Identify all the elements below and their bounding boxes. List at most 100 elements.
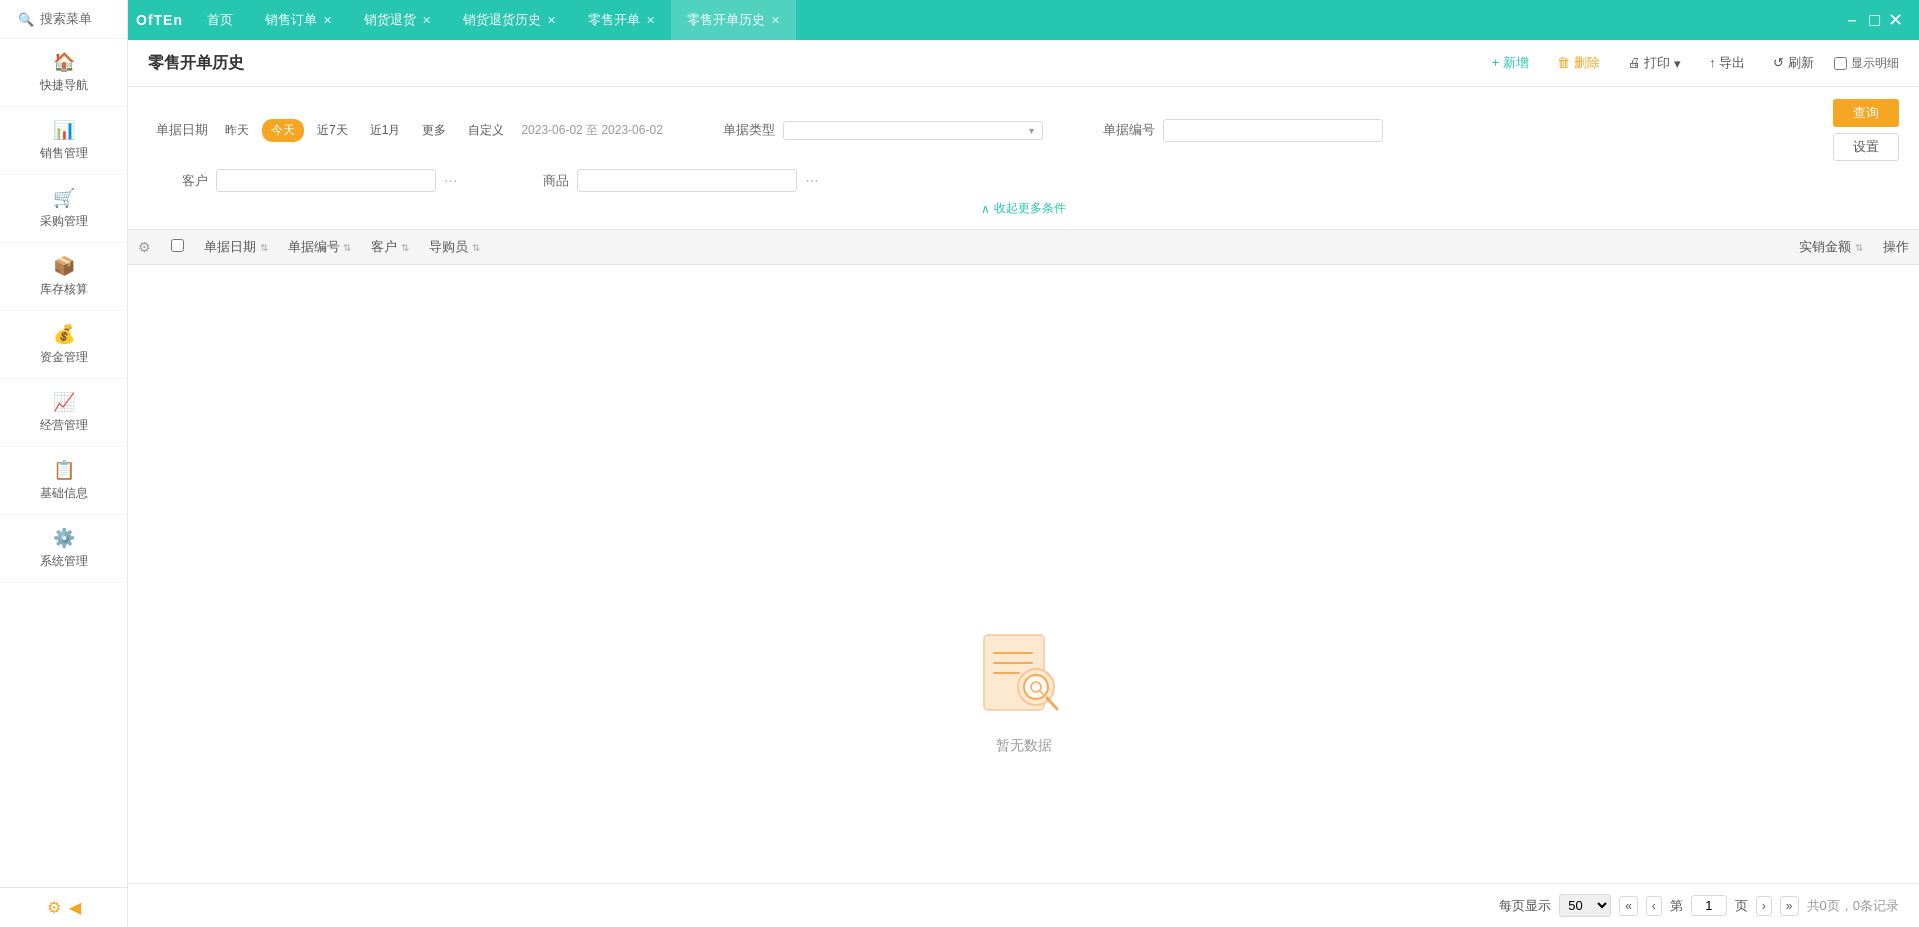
date-btn-more[interactable]: 更多 [413, 119, 455, 142]
sidebar-item-purchase-mgmt[interactable]: 🛒 采购管理 [0, 175, 127, 243]
empty-svg [964, 625, 1084, 725]
date-btn-custom[interactable]: 自定义 [459, 119, 513, 142]
query-button[interactable]: 查询 [1833, 99, 1899, 127]
tab-sales-return-history[interactable]: 销货退货历史 ✕ [447, 0, 572, 40]
sidebar-search[interactable]: 🔍 搜索菜单 [0, 0, 127, 39]
data-table: ⚙ 单据日期 ⇅ 单据编号 ⇅ [128, 230, 1919, 265]
goods-picker-btn[interactable]: ··· [805, 172, 818, 190]
sidebar-item-finance[interactable]: 💰 资金管理 [0, 311, 127, 379]
refresh-button[interactable]: ↺ 刷新 [1765, 50, 1822, 76]
th-amount[interactable]: 实销金额 ⇅ [1789, 230, 1873, 265]
svg-point-5 [1024, 675, 1048, 699]
tab-retail-open[interactable]: 零售开单 ✕ [572, 0, 671, 40]
tab-sales-return[interactable]: 销货退货 ✕ [348, 0, 447, 40]
page-input[interactable] [1691, 895, 1727, 916]
sidebar-collapse-btn[interactable]: ◀ [69, 898, 81, 917]
tab-retail-open-history[interactable]: 零售开单历史 ✕ [671, 0, 796, 40]
export-button[interactable]: ↑ 导出 [1701, 50, 1753, 76]
th-number-sort-icon: ⇅ [343, 242, 351, 253]
print-label: 🖨 打印 [1628, 54, 1671, 72]
show-detail-input[interactable] [1834, 57, 1847, 70]
sidebar-item-label: 基础信息 [40, 485, 88, 502]
filter-date-group: 单据日期 昨天 今天 近7天 近1月 更多 自定义 2023-06-02 至 2… [148, 119, 663, 142]
window-maximize[interactable]: □ [1869, 10, 1880, 31]
tab-retail-open-history-close[interactable]: ✕ [771, 14, 780, 27]
date-btn-1month[interactable]: 近1月 [361, 119, 410, 142]
th-customer[interactable]: 客户 ⇅ [361, 230, 419, 265]
show-detail-label: 显示明细 [1851, 55, 1899, 72]
tab-sales-return-close[interactable]: ✕ [422, 14, 431, 27]
tab-home[interactable]: 首页 [191, 0, 249, 40]
next-page-btn[interactable]: › [1756, 896, 1772, 916]
th-salesperson[interactable]: 导购员 ⇅ [419, 230, 490, 265]
first-page-btn[interactable]: « [1619, 896, 1638, 916]
tab-sales-order-close[interactable]: ✕ [323, 14, 332, 27]
goods-label: 商品 [509, 172, 569, 190]
number-input[interactable] [1163, 119, 1383, 142]
date-range-display: 2023-06-02 至 2023-06-02 [521, 122, 662, 139]
sales-mgmt-icon: 📊 [53, 119, 75, 141]
select-all-checkbox[interactable] [171, 239, 184, 252]
date-btn-yesterday[interactable]: 昨天 [216, 119, 258, 142]
type-select[interactable]: ▾ [783, 121, 1043, 140]
tab-retail-open-close[interactable]: ✕ [646, 14, 655, 27]
svg-line-6 [1047, 698, 1057, 709]
empty-text: 暂无数据 [996, 737, 1052, 755]
show-detail-checkbox[interactable]: 显示明细 [1834, 55, 1899, 72]
window-controls: － □ ✕ [1843, 0, 1919, 40]
add-button[interactable]: + 新增 [1484, 50, 1537, 76]
sidebar-settings-btn[interactable]: ⚙ [47, 898, 61, 917]
column-settings-icon[interactable]: ⚙ [138, 239, 151, 255]
table-area: ⚙ 单据日期 ⇅ 单据编号 ⇅ [128, 230, 1919, 883]
pagination: 每页显示 50 10 20 100 « ‹ 第 页 › » 共0页，0条记录 [128, 883, 1919, 927]
filter-collapse-btn[interactable]: ∧ 收起更多条件 [148, 200, 1899, 217]
th-amount-label: 实销金额 [1799, 239, 1851, 254]
goods-input[interactable] [577, 169, 797, 192]
settings-button[interactable]: 设置 [1833, 133, 1899, 161]
th-action-label: 操作 [1883, 239, 1909, 254]
per-page-select[interactable]: 50 10 20 100 [1559, 894, 1611, 917]
sidebar-item-operations[interactable]: 📈 经营管理 [0, 379, 127, 447]
th-gear: ⚙ [128, 230, 161, 265]
sidebar-item-inventory[interactable]: 📦 库存核算 [0, 243, 127, 311]
customer-input[interactable] [216, 169, 436, 192]
sidebar-item-sales-mgmt[interactable]: 📊 销售管理 [0, 107, 127, 175]
date-btn-7days[interactable]: 近7天 [308, 119, 357, 142]
export-label: ↑ 导出 [1709, 54, 1745, 72]
print-button[interactable]: 🖨 打印 ▾ [1620, 50, 1690, 76]
window-minimize[interactable]: － [1843, 8, 1861, 32]
tab-sales-return-history-close[interactable]: ✕ [547, 14, 556, 27]
th-action: 操作 [1873, 230, 1919, 265]
type-label: 单据类型 [715, 121, 775, 139]
th-date[interactable]: 单据日期 ⇅ [194, 230, 278, 265]
sidebar-item-label: 销售管理 [40, 145, 88, 162]
customer-picker-btn[interactable]: ··· [444, 172, 457, 190]
finance-icon: 💰 [53, 323, 75, 345]
filter-number-group: 单据编号 [1095, 119, 1383, 142]
window-close[interactable]: ✕ [1888, 9, 1903, 31]
last-page-btn[interactable]: » [1780, 896, 1799, 916]
delete-button[interactable]: 🗑 删除 [1549, 50, 1608, 76]
empty-illustration [964, 625, 1084, 725]
filter-row-1: 单据日期 昨天 今天 近7天 近1月 更多 自定义 2023-06-02 至 2… [148, 99, 1899, 161]
refresh-label: ↺ 刷新 [1773, 54, 1814, 72]
th-number-label: 单据编号 [288, 239, 340, 254]
sidebar-item-label: 快捷导航 [40, 77, 88, 94]
tab-sales-order-label: 销售订单 [265, 11, 317, 29]
sidebar-item-sys-mgmt[interactable]: ⚙️ 系统管理 [0, 515, 127, 583]
add-label: + 新增 [1492, 54, 1529, 72]
sidebar-item-quick-nav[interactable]: 🏠 快捷导航 [0, 39, 127, 107]
th-number[interactable]: 单据编号 ⇅ [278, 230, 362, 265]
prev-page-btn[interactable]: ‹ [1646, 896, 1662, 916]
th-spacer [490, 230, 1790, 265]
tab-home-label: 首页 [207, 11, 233, 29]
collapse-icon: ∧ [981, 202, 990, 216]
date-btn-today[interactable]: 今天 [262, 119, 304, 142]
sidebar-item-basic-info[interactable]: 📋 基础信息 [0, 447, 127, 515]
sidebar-item-label: 经营管理 [40, 417, 88, 434]
th-date-label: 单据日期 [204, 239, 256, 254]
query-buttons: 查询 设置 [1833, 99, 1899, 161]
filter-goods-group: 商品 ··· [509, 169, 818, 192]
tab-sales-order[interactable]: 销售订单 ✕ [249, 0, 348, 40]
filter-row-2: 客户 ··· 商品 ··· [148, 169, 1899, 192]
